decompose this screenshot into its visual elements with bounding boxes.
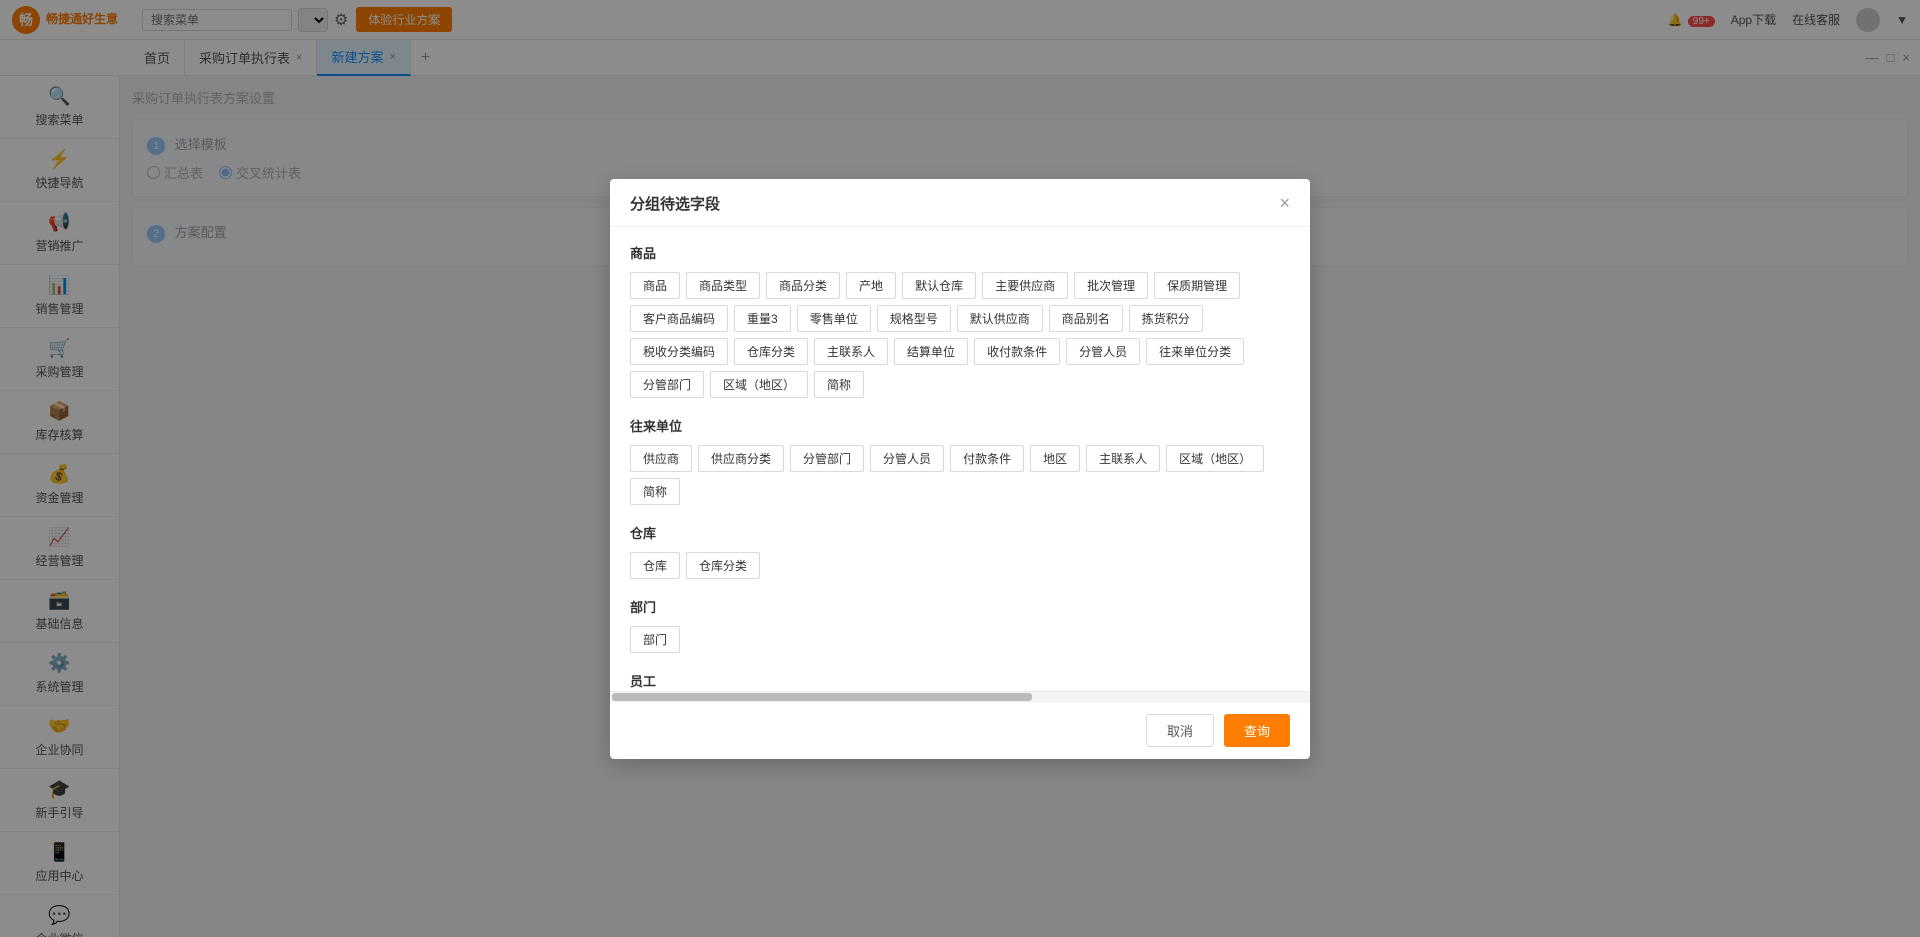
field-tag-0-23[interactable]: 区域（地区）	[710, 371, 808, 398]
field-tag-0-20[interactable]: 分管人员	[1066, 338, 1140, 365]
field-tag-0-15[interactable]: 税收分类编码	[630, 338, 728, 365]
field-tag-1-3[interactable]: 分管人员	[870, 445, 944, 472]
field-tag-1-2[interactable]: 分管部门	[790, 445, 864, 472]
modal-header: 分组待选字段 ×	[610, 179, 1310, 227]
field-tag-1-4[interactable]: 付款条件	[950, 445, 1024, 472]
field-group-3: 部门部门	[630, 597, 1290, 653]
field-tag-0-24[interactable]: 简称	[814, 371, 864, 398]
field-tag-2-1[interactable]: 仓库分类	[686, 552, 760, 579]
field-tag-0-11[interactable]: 规格型号	[877, 305, 951, 332]
modal-dialog: 分组待选字段 × 商品商品商品类型商品分类产地默认仓库主要供应商批次管理保质期管…	[610, 179, 1310, 759]
field-group-title-4: 员工	[630, 671, 1290, 690]
field-tag-3-0[interactable]: 部门	[630, 626, 680, 653]
field-tag-1-8[interactable]: 简称	[630, 478, 680, 505]
field-tag-1-7[interactable]: 区域（地区）	[1166, 445, 1264, 472]
field-tags-2: 仓库仓库分类	[630, 552, 1290, 579]
modal-body[interactable]: 商品商品商品类型商品分类产地默认仓库主要供应商批次管理保质期管理客户商品编码重量…	[610, 227, 1310, 691]
field-tag-0-14[interactable]: 拣货积分	[1129, 305, 1203, 332]
field-tag-0-21[interactable]: 往来单位分类	[1146, 338, 1244, 365]
field-tag-0-8[interactable]: 客户商品编码	[630, 305, 728, 332]
field-tag-0-19[interactable]: 收付款条件	[974, 338, 1060, 365]
field-tag-0-3[interactable]: 产地	[846, 272, 896, 299]
field-tag-0-6[interactable]: 批次管理	[1074, 272, 1148, 299]
field-tags-0: 商品商品类型商品分类产地默认仓库主要供应商批次管理保质期管理客户商品编码重量3零…	[630, 272, 1290, 398]
modal-overlay: 分组待选字段 × 商品商品商品类型商品分类产地默认仓库主要供应商批次管理保质期管…	[0, 0, 1920, 937]
field-tag-0-12[interactable]: 默认供应商	[957, 305, 1043, 332]
field-tag-0-7[interactable]: 保质期管理	[1154, 272, 1240, 299]
field-group-4: 员工业务员	[630, 671, 1290, 691]
field-group-title-2: 仓库	[630, 523, 1290, 542]
field-tag-0-18[interactable]: 结算单位	[894, 338, 968, 365]
field-group-title-1: 往来单位	[630, 416, 1290, 435]
field-tag-0-9[interactable]: 重量3	[734, 305, 791, 332]
modal-close-button[interactable]: ×	[1279, 193, 1290, 214]
field-tag-2-0[interactable]: 仓库	[630, 552, 680, 579]
field-tags-1: 供应商供应商分类分管部门分管人员付款条件地区主联系人区域（地区） 简称	[630, 445, 1290, 505]
modal-horizontal-scroll[interactable]	[610, 691, 1310, 701]
field-group-title-0: 商品	[630, 243, 1290, 262]
field-tag-0-2[interactable]: 商品分类	[766, 272, 840, 299]
confirm-button[interactable]: 查询	[1224, 714, 1290, 747]
field-tag-0-16[interactable]: 仓库分类	[734, 338, 808, 365]
field-group-0: 商品商品商品类型商品分类产地默认仓库主要供应商批次管理保质期管理客户商品编码重量…	[630, 243, 1290, 398]
field-tag-0-17[interactable]: 主联系人	[814, 338, 888, 365]
modal-title: 分组待选字段	[630, 193, 720, 214]
cancel-button[interactable]: 取消	[1146, 714, 1214, 747]
field-tag-0-0[interactable]: 商品	[630, 272, 680, 299]
field-tag-0-5[interactable]: 主要供应商	[982, 272, 1068, 299]
field-tag-1-5[interactable]: 地区	[1030, 445, 1080, 472]
field-tag-0-22[interactable]: 分管部门	[630, 371, 704, 398]
field-tag-1-1[interactable]: 供应商分类	[698, 445, 784, 472]
field-group-2: 仓库仓库仓库分类	[630, 523, 1290, 579]
field-tag-0-1[interactable]: 商品类型	[686, 272, 760, 299]
field-groups: 商品商品商品类型商品分类产地默认仓库主要供应商批次管理保质期管理客户商品编码重量…	[630, 243, 1290, 691]
field-group-title-3: 部门	[630, 597, 1290, 616]
modal-footer: 取消 查询	[610, 701, 1310, 759]
field-tag-1-0[interactable]: 供应商	[630, 445, 692, 472]
field-tag-0-10[interactable]: 零售单位	[797, 305, 871, 332]
field-tags-3: 部门	[630, 626, 1290, 653]
field-tag-1-6[interactable]: 主联系人	[1086, 445, 1160, 472]
field-tag-0-13[interactable]: 商品别名	[1049, 305, 1123, 332]
field-group-1: 往来单位供应商供应商分类分管部门分管人员付款条件地区主联系人区域（地区） 简称	[630, 416, 1290, 505]
field-tag-0-4[interactable]: 默认仓库	[902, 272, 976, 299]
